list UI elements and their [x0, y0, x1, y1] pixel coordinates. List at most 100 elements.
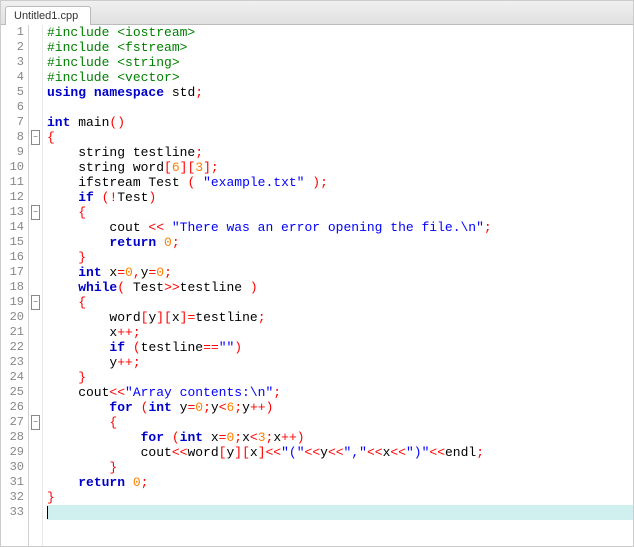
- fold-toggle-icon[interactable]: −: [31, 295, 40, 310]
- line-number: 10: [1, 160, 28, 175]
- fold-cell: [29, 85, 42, 100]
- line-number: 16: [1, 250, 28, 265]
- line-number: 20: [1, 310, 28, 325]
- line-number: 31: [1, 475, 28, 490]
- line-number: 9: [1, 145, 28, 160]
- line-number: 29: [1, 445, 28, 460]
- code-line[interactable]: #include <iostream>: [47, 25, 633, 40]
- fold-cell: [29, 265, 42, 280]
- code-line[interactable]: string testline;: [47, 145, 633, 160]
- code-line[interactable]: int main(): [47, 115, 633, 130]
- code-line[interactable]: if (testline==""): [47, 340, 633, 355]
- code-editor[interactable]: 1234567891011121314151617181920212223242…: [1, 25, 633, 546]
- fold-cell: [29, 55, 42, 70]
- line-number-gutter: 1234567891011121314151617181920212223242…: [1, 25, 29, 546]
- fold-cell: [29, 475, 42, 490]
- code-line[interactable]: }: [47, 490, 633, 505]
- code-line[interactable]: cout << "There was an error opening the …: [47, 220, 633, 235]
- fold-cell[interactable]: −: [29, 205, 42, 220]
- line-number: 28: [1, 430, 28, 445]
- fold-cell: [29, 445, 42, 460]
- code-line[interactable]: int x=0,y=0;: [47, 265, 633, 280]
- code-line[interactable]: #include <string>: [47, 55, 633, 70]
- code-line[interactable]: {: [47, 205, 633, 220]
- code-line[interactable]: for (int x=0;x<3;x++): [47, 430, 633, 445]
- fold-cell: [29, 325, 42, 340]
- fold-cell: [29, 355, 42, 370]
- text-caret: [47, 506, 48, 519]
- line-number: 3: [1, 55, 28, 70]
- code-line[interactable]: string word[6][3];: [47, 160, 633, 175]
- line-number: 27: [1, 415, 28, 430]
- code-line[interactable]: {: [47, 130, 633, 145]
- code-line[interactable]: word[y][x]=testline;: [47, 310, 633, 325]
- fold-cell: [29, 100, 42, 115]
- code-line[interactable]: [47, 100, 633, 115]
- fold-cell: [29, 190, 42, 205]
- code-line[interactable]: #include <vector>: [47, 70, 633, 85]
- fold-cell[interactable]: −: [29, 130, 42, 145]
- line-number: 17: [1, 265, 28, 280]
- fold-cell: [29, 280, 42, 295]
- code-line[interactable]: ifstream Test ( "example.txt" );: [47, 175, 633, 190]
- code-line[interactable]: while( Test>>testline ): [47, 280, 633, 295]
- fold-cell: [29, 400, 42, 415]
- code-line[interactable]: y++;: [47, 355, 633, 370]
- code-line[interactable]: using namespace std;: [47, 85, 633, 100]
- fold-cell: [29, 235, 42, 250]
- fold-toggle-icon[interactable]: −: [31, 130, 40, 145]
- line-number: 11: [1, 175, 28, 190]
- line-number: 21: [1, 325, 28, 340]
- code-line[interactable]: #include <fstream>: [47, 40, 633, 55]
- code-line[interactable]: for (int y=0;y<6;y++): [47, 400, 633, 415]
- line-number: 24: [1, 370, 28, 385]
- code-line[interactable]: {: [47, 415, 633, 430]
- code-area[interactable]: #include <iostream>#include <fstream>#in…: [43, 25, 633, 546]
- fold-cell: [29, 145, 42, 160]
- line-number: 4: [1, 70, 28, 85]
- line-number: 25: [1, 385, 28, 400]
- code-line[interactable]: [47, 505, 633, 520]
- fold-cell: [29, 505, 42, 520]
- code-line[interactable]: if (!Test): [47, 190, 633, 205]
- line-number: 7: [1, 115, 28, 130]
- fold-cell[interactable]: −: [29, 415, 42, 430]
- fold-cell: [29, 25, 42, 40]
- fold-cell: [29, 115, 42, 130]
- fold-cell: [29, 250, 42, 265]
- code-line[interactable]: }: [47, 250, 633, 265]
- tab-bar: Untitled1.cpp: [1, 1, 633, 25]
- line-number: 5: [1, 85, 28, 100]
- line-number: 15: [1, 235, 28, 250]
- fold-cell: [29, 385, 42, 400]
- code-line[interactable]: }: [47, 460, 633, 475]
- line-number: 2: [1, 40, 28, 55]
- line-number: 32: [1, 490, 28, 505]
- line-number: 33: [1, 505, 28, 520]
- line-number: 1: [1, 25, 28, 40]
- fold-cell: [29, 220, 42, 235]
- fold-cell: [29, 70, 42, 85]
- line-number: 12: [1, 190, 28, 205]
- code-line[interactable]: return 0;: [47, 235, 633, 250]
- fold-cell: [29, 370, 42, 385]
- fold-cell[interactable]: −: [29, 295, 42, 310]
- fold-toggle-icon[interactable]: −: [31, 415, 40, 430]
- fold-cell: [29, 430, 42, 445]
- code-line[interactable]: return 0;: [47, 475, 633, 490]
- fold-cell: [29, 160, 42, 175]
- line-number: 22: [1, 340, 28, 355]
- file-tab[interactable]: Untitled1.cpp: [5, 6, 91, 25]
- line-number: 26: [1, 400, 28, 415]
- code-line[interactable]: x++;: [47, 325, 633, 340]
- line-number: 18: [1, 280, 28, 295]
- fold-cell: [29, 310, 42, 325]
- line-number: 14: [1, 220, 28, 235]
- code-line[interactable]: }: [47, 370, 633, 385]
- code-line[interactable]: cout<<word[y][x]<<"("<<y<<","<<x<<")"<<e…: [47, 445, 633, 460]
- fold-toggle-icon[interactable]: −: [31, 205, 40, 220]
- line-number: 6: [1, 100, 28, 115]
- line-number: 8: [1, 130, 28, 145]
- code-line[interactable]: {: [47, 295, 633, 310]
- code-line[interactable]: cout<<"Array contents:\n";: [47, 385, 633, 400]
